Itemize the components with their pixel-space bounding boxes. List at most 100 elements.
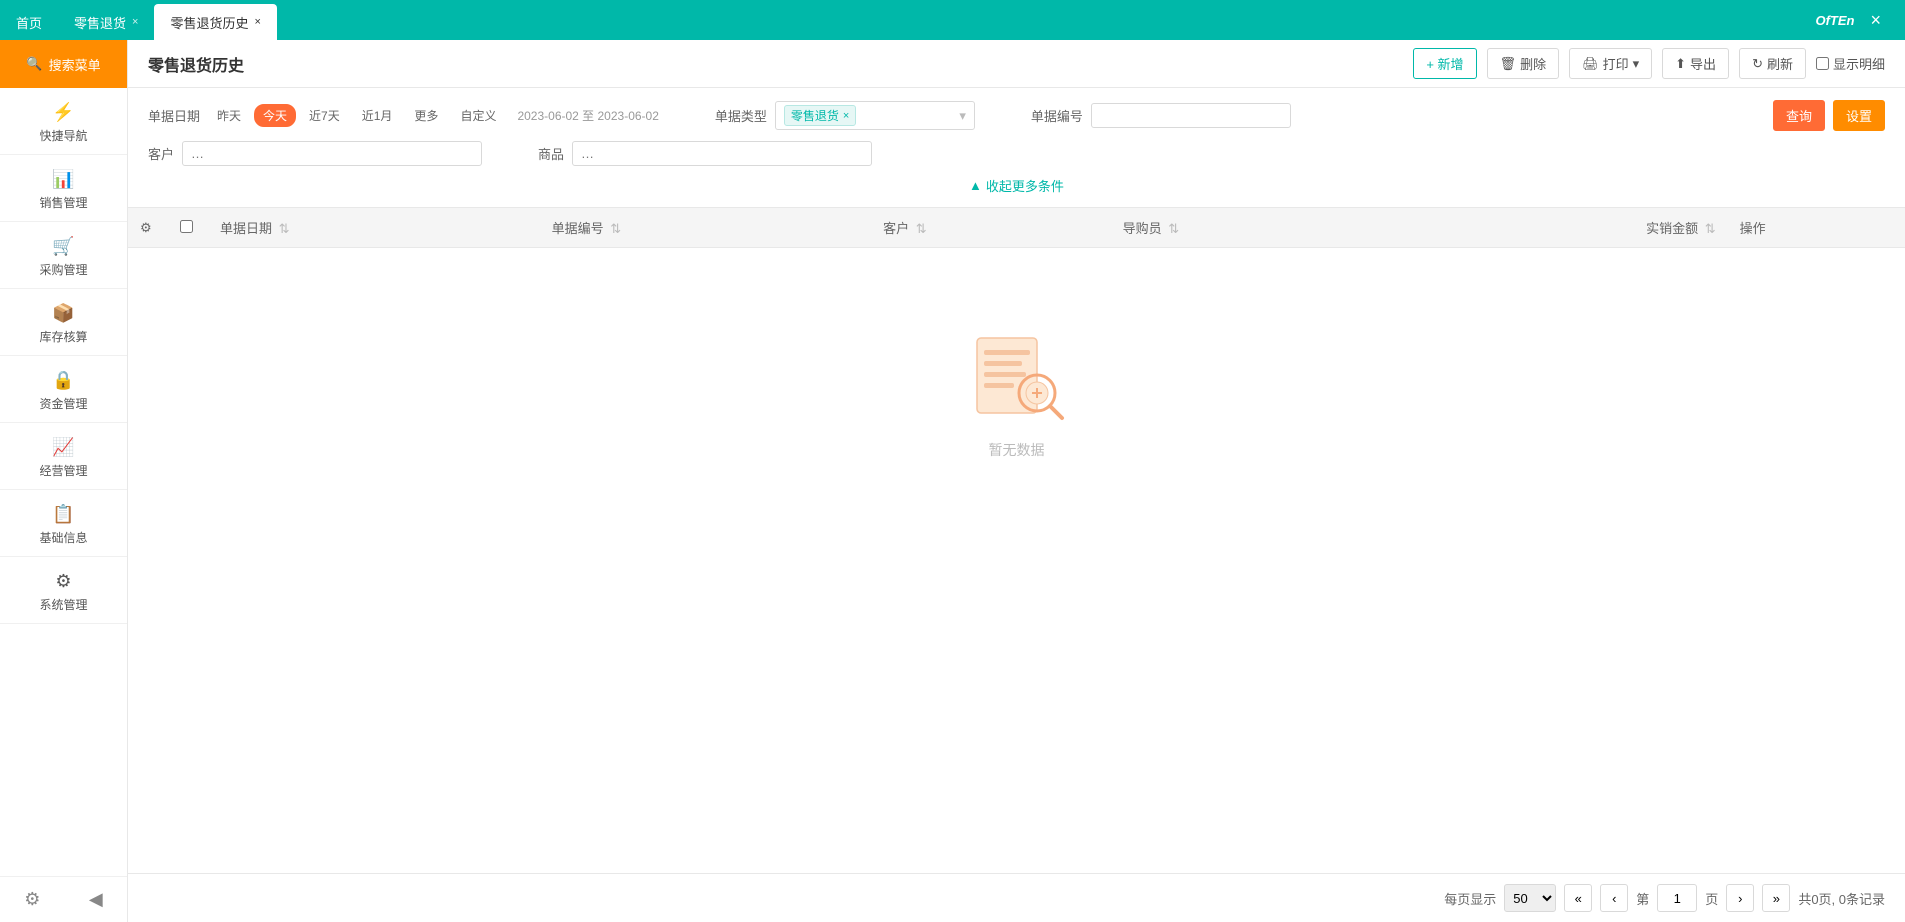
tab-retail-return-history[interactable]: 零售退货历史 ×: [154, 4, 276, 40]
sidebar-search[interactable]: 🔍 搜索菜单: [0, 40, 127, 88]
doc-type-dropdown-icon: ▾: [959, 108, 966, 124]
page-title: 零售退货历史: [148, 52, 1413, 76]
first-page-button[interactable]: «: [1564, 884, 1592, 912]
new-button[interactable]: + 新增: [1413, 48, 1476, 79]
doc-type-tag: 零售退货 ×: [784, 105, 856, 126]
table-header: ⚙ 单据日期 ⇅ 单据编号 ⇅: [128, 208, 1905, 248]
th-date: 单据日期 ⇅: [208, 208, 540, 248]
guide-sort-icon[interactable]: ⇅: [1168, 221, 1179, 236]
prev-page-button[interactable]: ‹: [1600, 884, 1628, 912]
system-icon: ⚙: [55, 571, 71, 592]
date-btn-custom[interactable]: 自定义: [451, 104, 505, 127]
sidebar-item-label: 库存核算: [39, 328, 87, 345]
print-dropdown-icon: ▾: [1633, 56, 1640, 72]
sidebar-collapse-button[interactable]: ◀: [89, 889, 103, 910]
show-detail-checkbox[interactable]: [1816, 57, 1829, 70]
doc-no-sort-icon[interactable]: ⇅: [610, 221, 621, 236]
empty-illustration: [957, 328, 1077, 428]
tab-close-retail-return[interactable]: ×: [132, 16, 138, 28]
basic-info-icon: 📋: [52, 504, 74, 525]
sidebar-search-label: 搜索菜单: [49, 55, 101, 74]
page-number-input[interactable]: [1657, 884, 1697, 912]
inventory-icon: 📦: [52, 303, 74, 324]
doc-no-label: 单据编号: [1031, 106, 1083, 125]
sidebar-item-quick-nav[interactable]: ⚡ 快捷导航: [0, 88, 127, 155]
settings-icon[interactable]: ⚙: [140, 220, 152, 235]
collapse-button[interactable]: ▲ 收起更多条件: [969, 176, 1064, 195]
filter-area: 单据日期 昨天 今天 近7天 近1月 更多 自定义 2023-06-02 至 2…: [128, 88, 1905, 208]
date-buttons: 昨天 今天 近7天 近1月 更多 自定义: [208, 104, 505, 127]
collapse-label: 收起更多条件: [986, 176, 1064, 195]
sidebar-item-label: 基础信息: [39, 529, 87, 546]
sidebar-item-finance-mgmt[interactable]: 🔒 资金管理: [0, 356, 127, 423]
empty-row: 暂无数据: [128, 248, 1905, 541]
date-sort-icon[interactable]: ⇅: [279, 221, 290, 236]
header-actions: + 新增 🗑 删除 🖨 打印 ▾ ⬆ 导出 ↻ 刷新: [1413, 48, 1885, 79]
doc-no-input[interactable]: [1091, 103, 1291, 128]
th-action: 操作: [1728, 208, 1905, 248]
sidebar-item-label: 资金管理: [39, 395, 87, 412]
th-checkbox: [168, 208, 208, 248]
empty-state: 暂无数据: [128, 248, 1905, 540]
goods-input[interactable]: [572, 141, 872, 166]
sidebar-item-label: 经营管理: [39, 462, 87, 479]
doc-type-select[interactable]: 零售退货 × ▾: [775, 101, 975, 130]
empty-illustration-svg: [957, 328, 1077, 428]
th-doc-no: 单据编号 ⇅: [540, 208, 872, 248]
customer-input[interactable]: [182, 141, 482, 166]
content-area: 零售退货历史 + 新增 🗑 删除 🖨 打印 ▾ ⬆ 导出 ↻: [128, 40, 1905, 922]
th-guide: 导购员 ⇅: [1111, 208, 1397, 248]
delete-button[interactable]: 🗑 删除: [1487, 48, 1560, 79]
purchase-icon: 🛒: [52, 236, 74, 257]
date-btn-yesterday[interactable]: 昨天: [208, 104, 250, 127]
delete-icon: 🗑: [1500, 56, 1517, 72]
sidebar-item-system-mgmt[interactable]: ⚙ 系统管理: [0, 557, 127, 624]
table-footer: 每页显示 10 20 50 100 « ‹ 第 页 › » 共0页, 0条记录: [128, 873, 1905, 922]
doc-no-filter-item: 单据编号: [1031, 103, 1291, 128]
date-btn-last7[interactable]: 近7天: [300, 104, 349, 127]
sidebar-item-inventory[interactable]: 📦 库存核算: [0, 289, 127, 356]
tab-home[interactable]: 首页: [0, 4, 58, 40]
amount-sort-icon[interactable]: ⇅: [1705, 221, 1716, 236]
tab-retail-return[interactable]: 零售退货 ×: [58, 4, 154, 40]
table-header-row: ⚙ 单据日期 ⇅ 单据编号 ⇅: [128, 208, 1905, 248]
tab-close-retail-return-history[interactable]: ×: [254, 16, 260, 28]
sidebar-item-operation-mgmt[interactable]: 📈 经营管理: [0, 423, 127, 490]
window-close-button[interactable]: ×: [1862, 10, 1889, 31]
date-btn-more[interactable]: 更多: [405, 104, 447, 127]
brand-label: OfTEn: [1815, 13, 1854, 28]
operation-icon: 📈: [52, 437, 74, 458]
sidebar-settings-button[interactable]: ⚙: [24, 889, 40, 910]
sidebar-item-basic-info[interactable]: 📋 基础信息: [0, 490, 127, 557]
sidebar-item-purchase-mgmt[interactable]: 🛒 采购管理: [0, 222, 127, 289]
goods-filter-item: 商品: [538, 141, 872, 166]
data-table: ⚙ 单据日期 ⇅ 单据编号 ⇅: [128, 208, 1905, 540]
date-btn-last1month[interactable]: 近1月: [353, 104, 402, 127]
customer-sort-icon[interactable]: ⇅: [916, 221, 927, 236]
page-size-select[interactable]: 10 20 50 100: [1504, 884, 1556, 912]
show-detail-checkbox-label[interactable]: 显示明细: [1816, 54, 1885, 73]
export-button[interactable]: ⬆ 导出: [1662, 48, 1729, 79]
sidebar-item-label: 采购管理: [39, 261, 87, 278]
settings-button[interactable]: 设置: [1833, 100, 1885, 131]
date-btn-today[interactable]: 今天: [254, 104, 296, 127]
th-settings: ⚙: [128, 208, 168, 248]
query-button[interactable]: 查询: [1773, 100, 1825, 131]
sidebar-item-label: 快捷导航: [39, 127, 87, 144]
refresh-button[interactable]: ↻ 刷新: [1739, 48, 1806, 79]
collapse-icon: ▲: [969, 178, 982, 193]
empty-text: 暂无数据: [989, 440, 1045, 460]
print-button[interactable]: 🖨 打印 ▾: [1569, 48, 1652, 79]
doc-type-filter-item: 单据类型 零售退货 × ▾: [715, 101, 975, 130]
th-amount: 实销金额 ⇅: [1396, 208, 1728, 248]
next-page-button[interactable]: ›: [1726, 884, 1754, 912]
doc-type-tag-close[interactable]: ×: [843, 110, 849, 122]
customer-filter-item: 客户: [148, 141, 482, 166]
total-text: 共0页, 0条记录: [1798, 889, 1885, 908]
search-icon: 🔍: [26, 56, 42, 72]
select-all-checkbox[interactable]: [180, 220, 193, 233]
sidebar-item-sales-mgmt[interactable]: 📊 销售管理: [0, 155, 127, 222]
page-end-label: 页: [1705, 889, 1718, 908]
sidebar: 🔍 搜索菜单 ⚡ 快捷导航 📊 销售管理 🛒 采购管理 📦 库存核算 🔒 资金管…: [0, 40, 128, 922]
last-page-button[interactable]: »: [1762, 884, 1790, 912]
